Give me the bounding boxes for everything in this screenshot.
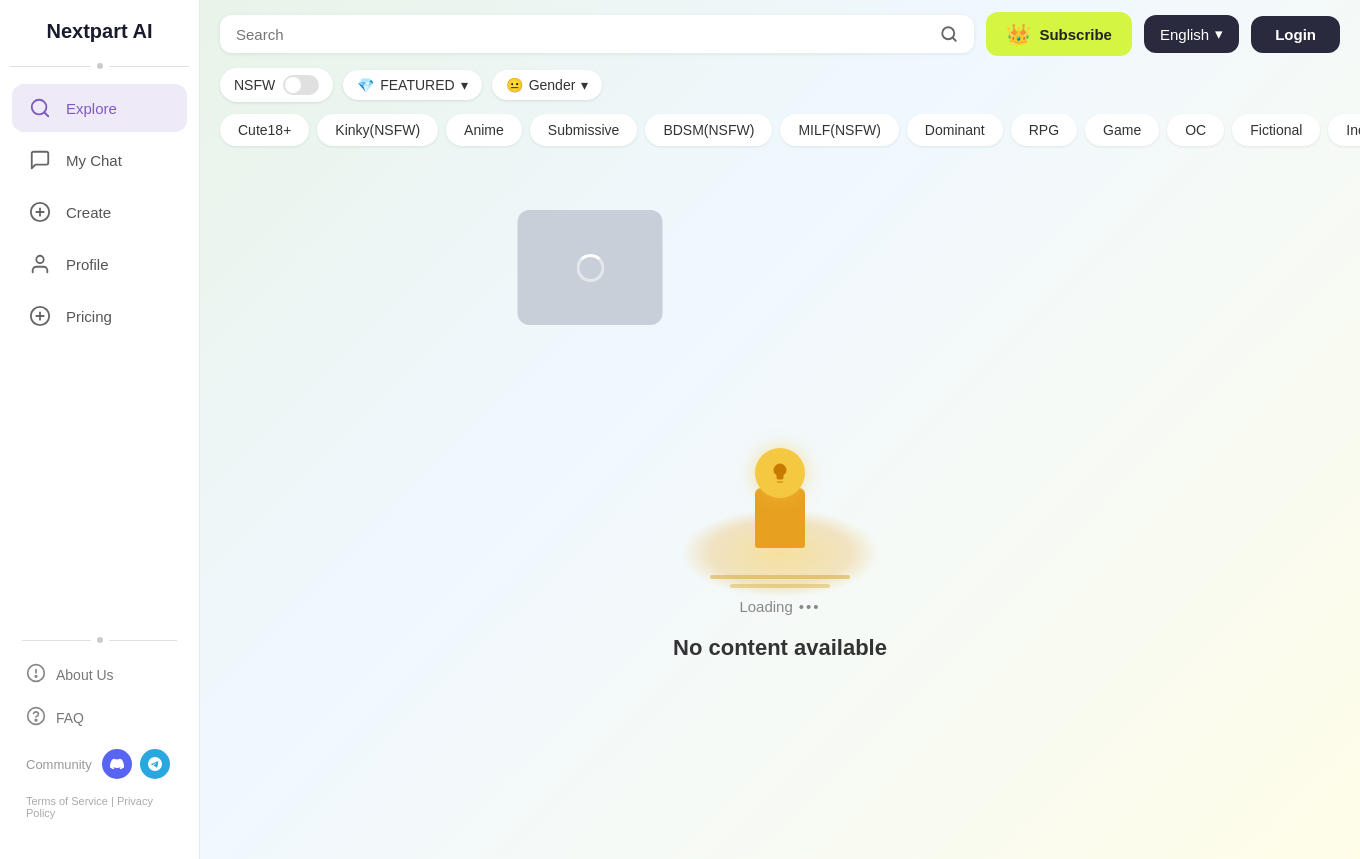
gender-label: Gender	[529, 77, 576, 93]
empty-illustration	[670, 418, 890, 598]
featured-filter-button[interactable]: 💎 FEATURED ▾	[343, 70, 481, 100]
footer-separator: |	[111, 795, 114, 807]
divider-dot	[97, 63, 103, 69]
loading-text-row: Loading •••	[739, 598, 820, 615]
telegram-button[interactable]	[140, 749, 170, 779]
terms-link[interactable]: Terms of Service	[26, 795, 108, 807]
svg-line-13	[953, 37, 956, 40]
language-button[interactable]: English ▾	[1144, 15, 1239, 53]
chat-icon	[26, 146, 54, 174]
app-logo: Nextpart AI	[0, 20, 199, 63]
loading-dots: •••	[799, 598, 821, 615]
profile-icon	[26, 250, 54, 278]
lamp-lines	[710, 575, 850, 588]
about-us-label: About Us	[56, 667, 114, 683]
featured-icon: 💎	[357, 77, 374, 93]
tag-bdsm[interactable]: BDSM(NSFW)	[645, 114, 772, 146]
sidebar-item-create[interactable]: Create	[12, 188, 187, 236]
pricing-icon	[26, 302, 54, 330]
explore-icon	[26, 94, 54, 122]
login-label: Login	[1275, 26, 1316, 43]
gender-icon: 😐	[506, 77, 523, 93]
sidebar: Nextpart AI Explore My Chat	[0, 0, 200, 859]
gender-chevron-icon: ▾	[581, 77, 588, 93]
search-bar	[220, 15, 974, 53]
community-label: Community	[26, 757, 92, 772]
create-icon	[26, 198, 54, 226]
login-button[interactable]: Login	[1251, 16, 1340, 53]
faq-icon	[26, 706, 46, 729]
sidebar-nav: Explore My Chat Create	[0, 84, 199, 617]
discord-button[interactable]	[102, 749, 132, 779]
crown-icon: 👑	[1006, 22, 1031, 46]
tag-kinky[interactable]: Kinky(NSFW)	[317, 114, 438, 146]
line-1	[710, 575, 850, 579]
sidebar-item-explore[interactable]: Explore	[12, 84, 187, 132]
content-area: Loading ••• No content available	[200, 160, 1360, 859]
no-content-message: No content available	[673, 635, 887, 661]
header: 👑 Subscribe English ▾ Login	[200, 0, 1360, 68]
svg-line-1	[44, 112, 48, 116]
tag-dominant[interactable]: Dominant	[907, 114, 1003, 146]
language-label: English	[1160, 26, 1209, 43]
sidebar-item-faq[interactable]: FAQ	[12, 698, 187, 737]
tag-game[interactable]: Game	[1085, 114, 1159, 146]
sidebar-item-about-us[interactable]: About Us	[12, 655, 187, 694]
faq-label: FAQ	[56, 710, 84, 726]
sidebar-footer: Terms of Service | Privacy Policy	[12, 787, 187, 827]
loading-spinner	[576, 254, 604, 282]
tag-oc[interactable]: OC	[1167, 114, 1224, 146]
svg-point-5	[36, 256, 43, 263]
toggle-knob	[285, 77, 301, 93]
sidebar-item-explore-label: Explore	[66, 100, 117, 117]
search-input[interactable]	[236, 26, 930, 43]
svg-point-9	[35, 676, 37, 678]
featured-chevron-icon: ▾	[461, 77, 468, 93]
nsfw-toggle[interactable]: NSFW	[220, 68, 333, 102]
subscribe-button[interactable]: 👑 Subscribe	[986, 12, 1132, 56]
sidebar-item-create-label: Create	[66, 204, 111, 221]
loading-text: Loading	[739, 598, 792, 615]
tag-fictional[interactable]: Fictional	[1232, 114, 1320, 146]
sidebar-item-my-chat-label: My Chat	[66, 152, 122, 169]
nsfw-switch[interactable]	[283, 75, 319, 95]
tag-incest[interactable]: Incest(NSFW)	[1328, 114, 1360, 146]
empty-state: Loading ••• No content available	[670, 418, 890, 661]
sidebar-item-pricing[interactable]: Pricing	[12, 292, 187, 340]
sidebar-item-my-chat[interactable]: My Chat	[12, 136, 187, 184]
gender-filter-button[interactable]: 😐 Gender ▾	[492, 70, 603, 100]
community-section: Community	[12, 741, 187, 783]
sidebar-divider-top	[0, 63, 199, 69]
sidebar-item-profile[interactable]: Profile	[12, 240, 187, 288]
featured-label: FEATURED	[380, 77, 454, 93]
lamp-bulb	[755, 448, 805, 498]
sidebar-divider-bottom	[12, 637, 187, 643]
tag-anime[interactable]: Anime	[446, 114, 522, 146]
nsfw-label: NSFW	[234, 77, 275, 93]
tag-rpg[interactable]: RPG	[1011, 114, 1077, 146]
svg-point-11	[35, 719, 37, 721]
sidebar-bottom: About Us FAQ Community	[0, 617, 199, 839]
line-2	[730, 584, 830, 588]
sidebar-item-pricing-label: Pricing	[66, 308, 112, 325]
language-chevron-icon: ▾	[1215, 25, 1223, 43]
search-button[interactable]	[940, 25, 958, 43]
tag-submissive[interactable]: Submissive	[530, 114, 638, 146]
loading-card	[518, 210, 663, 325]
sidebar-item-profile-label: Profile	[66, 256, 109, 273]
filter-bar: NSFW 💎 FEATURED ▾ 😐 Gender ▾	[200, 68, 1360, 112]
tags-bar: Cute18+ Kinky(NSFW) Anime Submissive BDS…	[200, 112, 1360, 160]
bottom-divider-dot	[97, 637, 103, 643]
tag-milf[interactable]: MILF(NSFW)	[780, 114, 898, 146]
main-content: 👑 Subscribe English ▾ Login NSFW 💎 FEATU…	[200, 0, 1360, 859]
tag-cute18[interactable]: Cute18+	[220, 114, 309, 146]
community-icons	[102, 749, 170, 779]
subscribe-label: Subscribe	[1039, 26, 1112, 43]
about-icon	[26, 663, 46, 686]
